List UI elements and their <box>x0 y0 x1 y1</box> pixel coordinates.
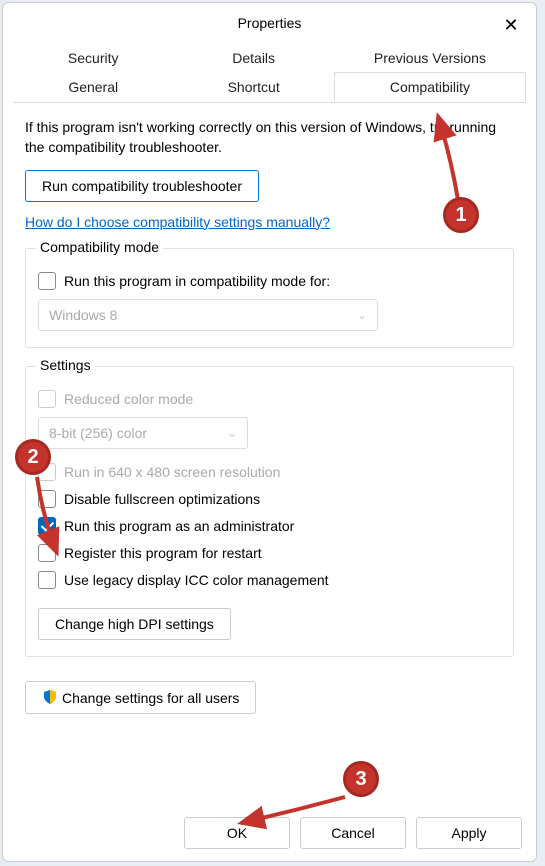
legacy-icc-label: Use legacy display ICC color management <box>64 572 329 588</box>
settings-group: Settings Reduced color mode 8-bit (256) … <box>25 366 514 657</box>
tab-strip: Security Details Previous Versions Gener… <box>13 43 526 103</box>
properties-dialog: Properties ✕ Security Details Previous V… <box>2 2 537 862</box>
apply-button[interactable]: Apply <box>416 817 522 849</box>
tab-general[interactable]: General <box>13 72 173 102</box>
chevron-down-icon: ⌄ <box>357 308 367 322</box>
annotation-badge-2: 2 <box>15 439 51 475</box>
run-as-admin-label: Run this program as an administrator <box>64 518 294 534</box>
disable-fullscreen-label: Disable fullscreen optimizations <box>64 491 260 507</box>
change-all-users-label: Change settings for all users <box>62 690 239 706</box>
close-icon: ✕ <box>503 15 518 36</box>
high-dpi-button[interactable]: Change high DPI settings <box>38 608 231 640</box>
help-link[interactable]: How do I choose compatibility settings m… <box>25 214 330 230</box>
legacy-icc-checkbox[interactable] <box>38 571 56 589</box>
group-legend: Settings <box>36 357 95 373</box>
run-as-admin-checkbox[interactable] <box>38 517 56 535</box>
run-640x480-label: Run in 640 x 480 screen resolution <box>64 464 280 480</box>
reduced-color-checkbox[interactable] <box>38 390 56 408</box>
intro-text: If this program isn't working correctly … <box>25 117 514 158</box>
tab-security[interactable]: Security <box>13 43 173 72</box>
dialog-footer: OK Cancel Apply <box>184 817 522 849</box>
ok-button[interactable]: OK <box>184 817 290 849</box>
color-depth-value: 8-bit (256) color <box>49 425 147 441</box>
shield-icon <box>42 689 58 705</box>
tab-details[interactable]: Details <box>173 43 333 72</box>
run-troubleshooter-button[interactable]: Run compatibility troubleshooter <box>25 170 259 202</box>
color-depth-select[interactable]: 8-bit (256) color ⌄ <box>38 417 248 449</box>
tab-compatibility[interactable]: Compatibility <box>334 72 526 102</box>
register-restart-label: Register this program for restart <box>64 545 262 561</box>
change-all-users-button[interactable]: Change settings for all users <box>25 681 256 714</box>
tab-previous-versions[interactable]: Previous Versions <box>334 43 526 72</box>
compatibility-mode-group: Compatibility mode Run this program in c… <box>25 248 514 348</box>
register-restart-checkbox[interactable] <box>38 544 56 562</box>
annotation-badge-1: 1 <box>443 197 479 233</box>
reduced-color-label: Reduced color mode <box>64 391 193 407</box>
group-legend: Compatibility mode <box>36 239 163 255</box>
compat-mode-checkbox[interactable] <box>38 272 56 290</box>
disable-fullscreen-checkbox[interactable] <box>38 490 56 508</box>
window-title: Properties <box>238 15 302 31</box>
cancel-button[interactable]: Cancel <box>300 817 406 849</box>
annotation-badge-3: 3 <box>343 761 379 797</box>
compat-mode-select[interactable]: Windows 8 ⌄ <box>38 299 378 331</box>
compatibility-panel: If this program isn't working correctly … <box>3 103 536 667</box>
compat-mode-label: Run this program in compatibility mode f… <box>64 273 330 289</box>
compat-mode-value: Windows 8 <box>49 307 117 323</box>
chevron-down-icon: ⌄ <box>227 426 237 440</box>
close-button[interactable]: ✕ <box>496 11 526 39</box>
tab-shortcut[interactable]: Shortcut <box>173 72 333 102</box>
titlebar: Properties ✕ <box>3 3 536 43</box>
